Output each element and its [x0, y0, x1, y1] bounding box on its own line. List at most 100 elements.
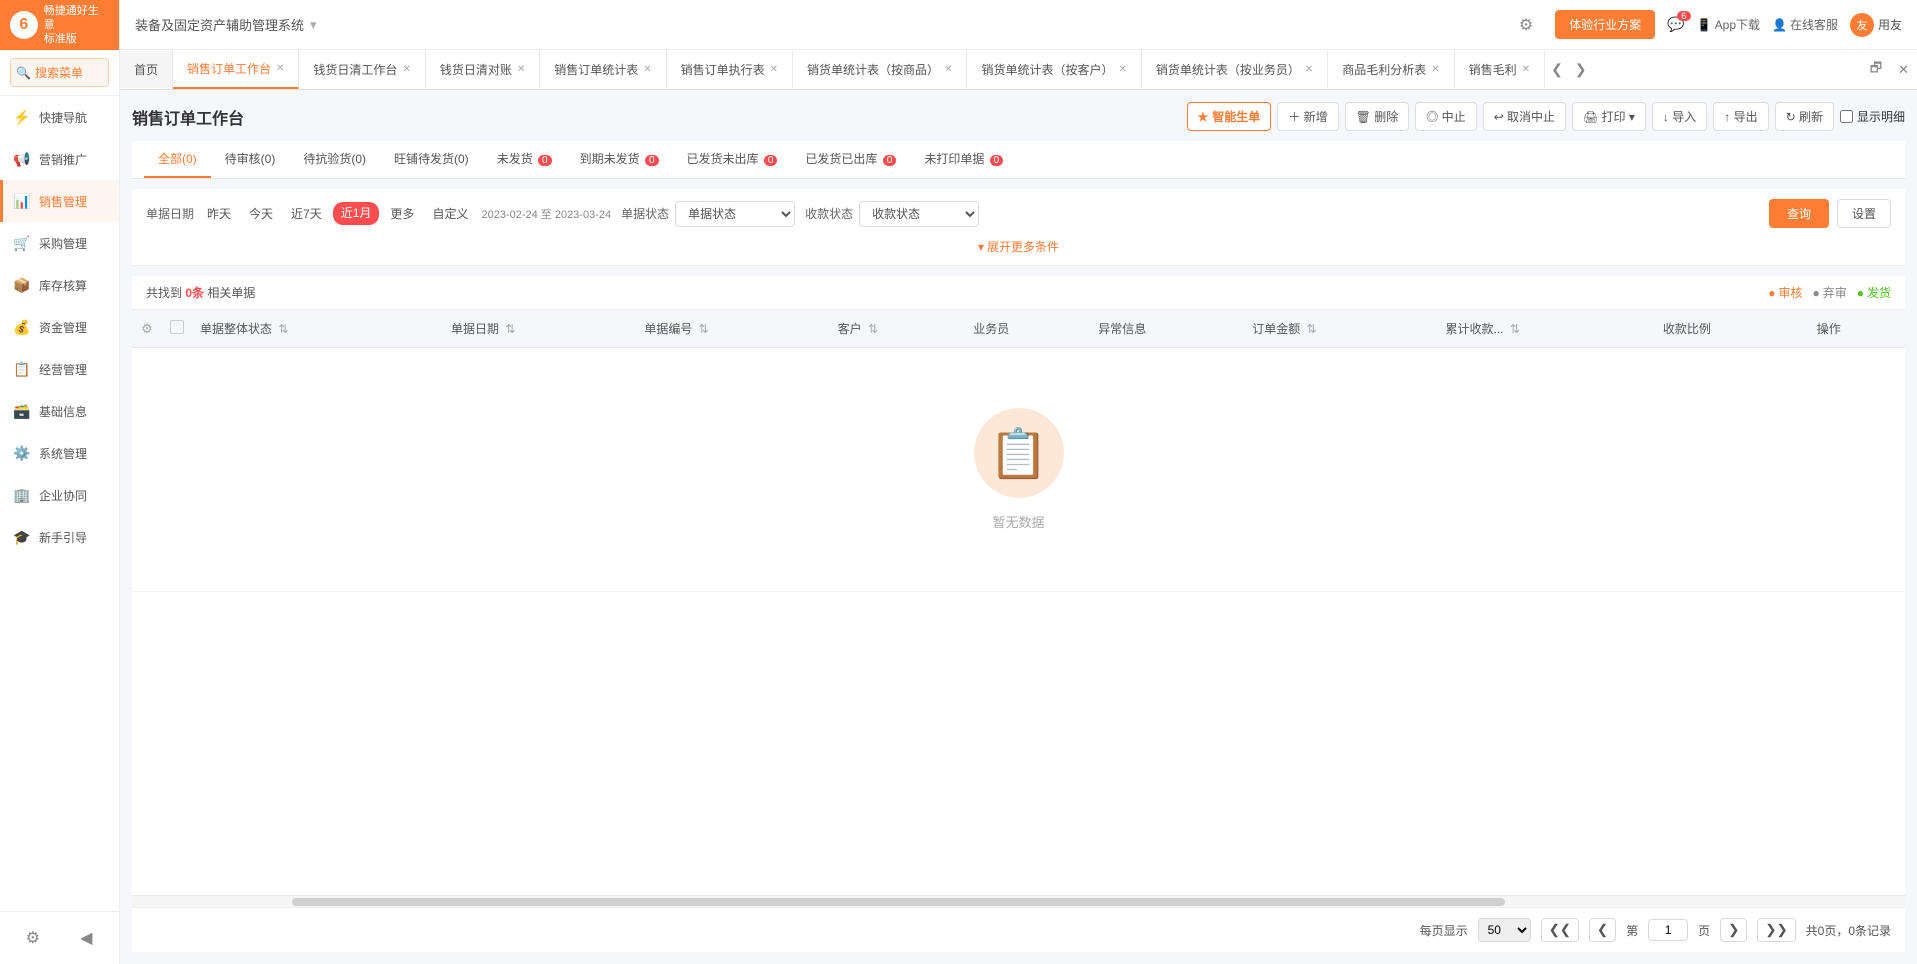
cancel-stop-button[interactable]: ↩ 取消中止 — [1483, 102, 1566, 131]
sidebar-item-quick-nav[interactable]: ⚡ 快捷导航 — [0, 96, 119, 138]
receipt-filter-select[interactable]: 收款状态 — [859, 201, 979, 227]
first-page-button[interactable]: ❮❮ — [1541, 918, 1579, 942]
sidebar-item-inventory[interactable]: 📦 库存核算 — [0, 264, 119, 306]
tab-cash-reconcile[interactable]: 钱货日清对账 ✕ — [426, 51, 540, 88]
sidebar-item-basic[interactable]: 🗃️ 基础信息 — [0, 390, 119, 432]
last-page-button[interactable]: ❯❯ — [1757, 918, 1795, 942]
show-details-toggle[interactable]: 显示明细 — [1840, 108, 1905, 125]
online-service-button[interactable]: 👤 在线客服 — [1772, 16, 1838, 33]
settings-icon-button[interactable]: ⚙ — [1509, 10, 1543, 40]
tab-sales-workbench[interactable]: 销售订单工作台 ✕ — [173, 50, 299, 89]
sidebar-item-sales[interactable]: 📊 销售管理 — [0, 180, 119, 222]
sub-tab-shipped-out[interactable]: 已发货已出库 0 — [791, 141, 910, 178]
sidebar-item-system[interactable]: ⚙️ 系统管理 — [0, 432, 119, 474]
sub-tab-not-shipped[interactable]: 未发货 0 — [483, 141, 566, 178]
sidebar-item-marketing[interactable]: 📢 营销推广 — [0, 138, 119, 180]
sidebar-item-finance[interactable]: 💰 资金管理 — [0, 306, 119, 348]
prev-page-button[interactable]: ❮ — [1589, 918, 1616, 942]
sort-amount-icon[interactable]: ⇅ — [1307, 322, 1317, 336]
show-details-checkbox[interactable] — [1840, 110, 1853, 123]
smart-order-button[interactable]: ★ 智能生单 — [1187, 102, 1272, 131]
close-sales-workbench-tab[interactable]: ✕ — [276, 63, 284, 74]
stop-button[interactable]: ◎ 中止 — [1415, 102, 1476, 131]
per-page-select[interactable]: 50 10 20 100 — [1478, 918, 1531, 942]
select-all-checkbox[interactable] — [170, 320, 184, 334]
sort-customer-icon[interactable]: ⇅ — [868, 322, 878, 336]
sub-tab-pending-inspect[interactable]: 待抗验货(0) — [289, 141, 380, 178]
sidebar-item-enterprise[interactable]: 🏢 企业协同 — [0, 474, 119, 516]
delete-button[interactable]: 🗑 删除 — [1345, 102, 1410, 131]
close-tab-button[interactable]: ✕ — [1890, 54, 1917, 86]
tab-cash-daily[interactable]: 钱货日清工作台 ✕ — [299, 51, 425, 88]
search-menu-button[interactable]: 🔍 搜索菜单 — [10, 58, 109, 87]
batch-review-button[interactable]: ● 审核 — [1768, 284, 1802, 301]
sort-collected-icon[interactable]: ⇅ — [1510, 322, 1520, 336]
tab-sales-product[interactable]: 销货单统计表（按商品） ✕ — [793, 51, 967, 88]
app-download-button[interactable]: 📱 App下载 — [1697, 16, 1760, 33]
close-cash-daily-tab[interactable]: ✕ — [402, 64, 410, 75]
tab-sales-exec[interactable]: 销售订单执行表 ✕ — [667, 51, 793, 88]
sort-number-icon[interactable]: ⇅ — [699, 322, 709, 336]
sub-tab-expired-not-shipped[interactable]: 到期未发货 0 — [566, 141, 673, 178]
cash-daily-tab-label: 钱货日清工作台 — [313, 61, 397, 78]
restore-tab-button[interactable]: 🗗 — [1862, 51, 1890, 89]
solution-button[interactable]: 体验行业方案 — [1555, 10, 1655, 39]
settings-bottom-button[interactable]: ⚙ — [10, 922, 56, 954]
sidebar-item-operation[interactable]: 📋 经营管理 — [0, 348, 119, 390]
sub-tab-pending-review[interactable]: 待审核(0) — [211, 141, 290, 178]
close-cash-reconcile-tab[interactable]: ✕ — [517, 64, 525, 75]
tab-sales-staff[interactable]: 销货单统计表（按业务员） ✕ — [1142, 51, 1328, 88]
message-button[interactable]: 💬 6 — [1667, 16, 1684, 33]
import-button[interactable]: ↓ 导入 — [1652, 102, 1707, 131]
close-sales-staff-tab[interactable]: ✕ — [1305, 64, 1313, 75]
topbar: 装备及固定资产辅助管理系统 ▾ ⚙ 体验行业方案 💬 6 📱 App下载 👤 在… — [120, 0, 1917, 50]
next-page-button[interactable]: ❯ — [1720, 918, 1747, 942]
sidebar-logo: 6 畅捷通好生意 标准版 — [0, 0, 119, 50]
horizontal-scrollbar[interactable] — [132, 895, 1905, 907]
close-sales-gross-tab[interactable]: ✕ — [1522, 64, 1530, 75]
collapse-sidebar-button[interactable]: ◀ — [64, 922, 110, 954]
column-settings-icon[interactable]: ⚙ — [141, 321, 153, 336]
close-sales-stat-tab[interactable]: ✕ — [643, 64, 651, 75]
user-menu[interactable]: 友 用友 — [1850, 13, 1902, 37]
batch-ship-button[interactable]: ● 发货 — [1857, 284, 1891, 301]
date-custom[interactable]: 自定义 — [425, 202, 475, 225]
export-button[interactable]: ↑ 导出 — [1713, 102, 1768, 131]
sidebar-item-guide[interactable]: 🎓 新手引导 — [0, 516, 119, 558]
tab-sales-gross[interactable]: 销售毛利 ✕ — [1455, 51, 1545, 88]
expand-system-icon[interactable]: ▾ — [310, 17, 317, 33]
scrollbar-thumb[interactable] — [292, 898, 1505, 906]
expand-more-conditions[interactable]: ▾ 展开更多条件 — [978, 238, 1059, 255]
status-filter-select[interactable]: 单据状态 — [675, 201, 795, 227]
sub-tab-all[interactable]: 全部(0) — [144, 141, 211, 178]
tab-sales-stat[interactable]: 销售订单统计表 ✕ — [540, 51, 666, 88]
close-sales-exec-tab[interactable]: ✕ — [770, 64, 778, 75]
page-number-input[interactable] — [1648, 919, 1688, 941]
sidebar-item-purchase[interactable]: 🛒 采购管理 — [0, 222, 119, 264]
sort-status-icon[interactable]: ⇅ — [278, 322, 288, 336]
date-last1m[interactable]: 近1月 — [333, 202, 380, 225]
date-last7[interactable]: 近7天 — [284, 202, 329, 225]
print-button[interactable]: 🖨 打印 ▾ — [1572, 102, 1646, 131]
tab-sales-customer[interactable]: 销货单统计表（按客户） ✕ — [967, 51, 1141, 88]
date-yesterday[interactable]: 昨天 — [200, 202, 238, 225]
set-button[interactable]: 设置 — [1837, 199, 1891, 228]
close-goods-margin-tab[interactable]: ✕ — [1431, 64, 1439, 75]
tabs-nav-prev[interactable]: ❮ — [1545, 61, 1569, 78]
query-button[interactable]: 查询 — [1769, 199, 1829, 228]
batch-cancel-review-button[interactable]: ● 弃审 — [1812, 284, 1846, 301]
add-button[interactable]: ＋ 新增 — [1277, 102, 1338, 131]
sub-tab-shipped-not-out[interactable]: 已发货未出库 0 — [673, 141, 792, 178]
tab-goods-margin[interactable]: 商品毛利分析表 ✕ — [1328, 51, 1454, 88]
sort-date-icon[interactable]: ⇅ — [505, 322, 515, 336]
sub-tab-not-printed[interactable]: 未打印单据 0 — [910, 141, 1017, 178]
refresh-button[interactable]: ↻ 刷新 — [1775, 102, 1834, 131]
tab-home[interactable]: 首页 — [120, 51, 173, 88]
close-sales-customer-tab[interactable]: ✕ — [1118, 64, 1126, 75]
date-more[interactable]: 更多 — [383, 202, 421, 225]
sub-tab-wangpu-ship[interactable]: 旺铺待发货(0) — [380, 141, 483, 178]
date-today[interactable]: 今天 — [242, 202, 280, 225]
tabs-nav-next[interactable]: ❯ — [1569, 61, 1593, 78]
close-sales-product-tab[interactable]: ✕ — [944, 64, 952, 75]
table-info-bar: 共找到 0条 相关单据 ● 审核 ● 弃审 ● 发货 — [132, 276, 1905, 310]
